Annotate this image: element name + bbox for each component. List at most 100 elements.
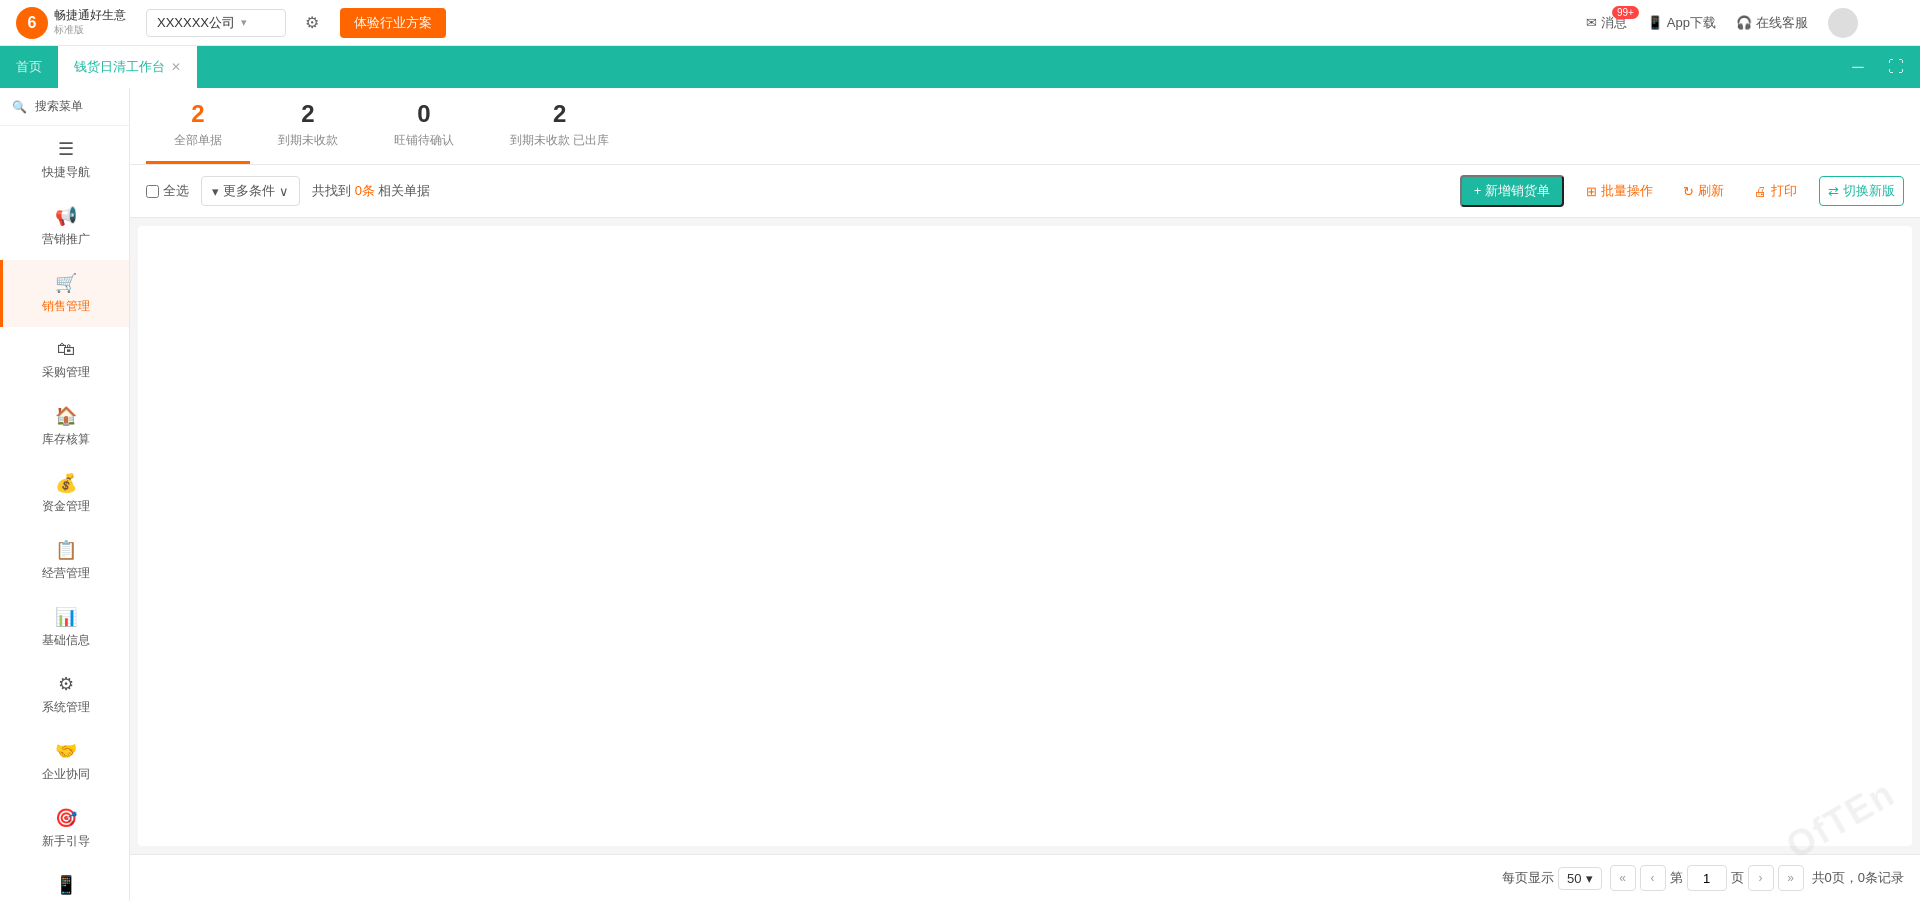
print-label: 打印 [1771, 182, 1797, 200]
table-area [138, 226, 1912, 846]
pagination: 每页显示 50 ▾ « ‹ 第 页 › » 共0页，0条记录 [130, 854, 1920, 901]
print-button[interactable]: 🖨 打印 [1746, 177, 1805, 205]
stat-tab-all[interactable]: 2 全部单据 [146, 88, 250, 164]
sidebar-item-sales[interactable]: 🛒 销售管理 [0, 260, 129, 327]
stat-shipped-number: 2 [553, 100, 566, 128]
sidebar-item-guide[interactable]: 🎯 新手引导 [0, 795, 129, 862]
batch-label: 批量操作 [1601, 182, 1653, 200]
stat-tab-overdue[interactable]: 2 到期未收款 [250, 88, 366, 164]
sidebar-item-inventory[interactable]: 🏠 库存核算 [0, 393, 129, 460]
select-all-label[interactable]: 全选 [146, 182, 189, 200]
tab-bar-actions: ─ ⛶ [1844, 53, 1920, 81]
per-page-arrow-icon: ▾ [1586, 871, 1593, 886]
sidebar-item-cooperation-label: 企业协同 [42, 766, 90, 783]
finance-icon: 💰 [55, 472, 77, 494]
more-filter-button[interactable]: ▾ 更多条件 ∨ [201, 176, 300, 206]
batch-icon: ⊞ [1586, 184, 1597, 199]
sidebar-item-basic-label: 基础信息 [42, 632, 90, 649]
online-service-label: 在线客服 [1756, 14, 1808, 32]
sidebar-item-marketing-label: 营销推广 [42, 231, 90, 248]
logo-badge: 标准版 [54, 23, 126, 37]
sidebar: 🔍 搜索菜单 ☰ 快捷导航 📢 营销推广 🛒 销售管理 🛍 采购管理 🏠 库存核… [0, 88, 130, 901]
print-icon: 🖨 [1754, 184, 1767, 199]
logo-icon: 6 [16, 7, 48, 39]
service-icon: 🎧 [1736, 15, 1752, 30]
company-selector[interactable]: XXXXXX公司 ▾ [146, 9, 286, 37]
total-label: 共0页，0条记录 [1812, 869, 1904, 887]
sales-icon: 🛒 [55, 272, 77, 294]
first-page-button[interactable]: « [1610, 865, 1636, 891]
main-layout: 🔍 搜索菜单 ☰ 快捷导航 📢 营销推广 🛒 销售管理 🛍 采购管理 🏠 库存核… [0, 88, 1920, 901]
system-icon: ⚙ [58, 673, 74, 695]
quicknav-icon: ☰ [58, 138, 74, 160]
sidebar-item-cooperation[interactable]: 🤝 企业协同 [0, 728, 129, 795]
online-service-item[interactable]: 🎧 在线客服 [1736, 14, 1808, 32]
page-nav: « ‹ 第 页 › » [1610, 865, 1804, 891]
stat-pending-label: 旺铺待确认 [394, 132, 454, 149]
switch-new-button[interactable]: ⇄ 切换新版 [1819, 176, 1904, 206]
batch-operation-button[interactable]: ⊞ 批量操作 [1578, 177, 1661, 205]
sidebar-item-quicknav-label: 快捷导航 [42, 164, 90, 181]
refresh-button[interactable]: ↻ 刷新 [1675, 177, 1732, 205]
messages-item[interactable]: ✉ 消息 99+ [1586, 14, 1627, 32]
avatar-name [1878, 14, 1904, 32]
header-right: ✉ 消息 99+ 📱 App下载 🎧 在线客服 [1586, 8, 1904, 38]
logo-text: 畅捷通好生意 [54, 8, 126, 24]
stats-tabs: 2 全部单据 2 到期未收款 0 旺铺待确认 2 到期未收款 已出库 [130, 88, 1920, 165]
sidebar-item-purchase[interactable]: 🛍 采购管理 [0, 327, 129, 393]
chevron-filter-icon: ∨ [279, 184, 289, 199]
select-all-text: 全选 [163, 182, 189, 200]
settings-icon[interactable]: ⚙ [296, 7, 328, 39]
tab-workbench-label: 钱货日清工作台 [74, 58, 165, 76]
avatar[interactable] [1828, 8, 1858, 38]
stat-all-number: 2 [191, 100, 204, 128]
inventory-icon: 🏠 [55, 405, 77, 427]
switch-icon: ⇄ [1828, 184, 1839, 199]
tab-home-label: 首页 [16, 58, 42, 76]
top-header: 6 畅捷通好生意 标准版 XXXXXX公司 ▾ ⚙ 体验行业方案 ✉ 消息 99… [0, 0, 1920, 46]
sidebar-item-management[interactable]: 📋 经营管理 [0, 527, 129, 594]
tab-workbench[interactable]: 钱货日清工作台 ✕ [58, 46, 197, 88]
stat-all-label: 全部单据 [174, 132, 222, 149]
sidebar-item-system-label: 系统管理 [42, 699, 90, 716]
tab-expand-icon[interactable]: ⛶ [1882, 53, 1910, 81]
last-page-button[interactable]: » [1778, 865, 1804, 891]
stat-tab-shipped[interactable]: 2 到期未收款 已出库 [482, 88, 637, 164]
add-sales-button[interactable]: + 新增销货单 [1460, 175, 1564, 207]
management-icon: 📋 [55, 539, 77, 561]
per-page-value[interactable]: 50 ▾ [1558, 867, 1601, 890]
cooperation-icon: 🤝 [55, 740, 77, 762]
toolbar: 全选 ▾ 更多条件 ∨ 共找到 0条 相关单据 + 新增销货单 ⊞ 批量操作 ↻ [130, 165, 1920, 218]
basic-icon: 📊 [55, 606, 77, 628]
trial-button[interactable]: 体验行业方案 [340, 8, 446, 38]
stat-tab-pending[interactable]: 0 旺铺待确认 [366, 88, 482, 164]
found-text: 共找到 0条 相关单据 [312, 182, 430, 200]
appcenter-icon: 📱 [55, 874, 77, 896]
page-input[interactable] [1687, 865, 1727, 891]
sidebar-search[interactable]: 🔍 搜索菜单 [0, 88, 129, 126]
tab-home[interactable]: 首页 [0, 46, 58, 88]
app-download-item[interactable]: 📱 App下载 [1647, 14, 1716, 32]
message-icon: ✉ [1586, 15, 1597, 30]
sidebar-search-label: 搜索菜单 [35, 98, 83, 115]
sidebar-item-finance[interactable]: 💰 资金管理 [0, 460, 129, 527]
toolbar-right: + 新增销货单 ⊞ 批量操作 ↻ 刷新 🖨 打印 ⇄ 切换新版 [1460, 175, 1904, 207]
found-count: 0条 [355, 183, 375, 198]
stat-pending-number: 0 [417, 100, 430, 128]
sidebar-item-appcenter[interactable]: 📱 应用中心 [0, 862, 129, 901]
next-page-button[interactable]: › [1748, 865, 1774, 891]
company-name: XXXXXX公司 [157, 14, 235, 32]
sidebar-item-management-label: 经营管理 [42, 565, 90, 582]
logo-area: 6 畅捷通好生意 标准版 [16, 7, 146, 39]
sidebar-item-system[interactable]: ⚙ 系统管理 [0, 661, 129, 728]
prev-page-button[interactable]: ‹ [1640, 865, 1666, 891]
sidebar-item-quicknav[interactable]: ☰ 快捷导航 [0, 126, 129, 193]
phone-icon: 📱 [1647, 15, 1663, 30]
search-icon: 🔍 [12, 100, 27, 114]
select-all-checkbox[interactable] [146, 185, 159, 198]
tab-close-icon[interactable]: ✕ [171, 60, 181, 74]
tab-minimize-icon[interactable]: ─ [1844, 53, 1872, 81]
sidebar-item-basic[interactable]: 📊 基础信息 [0, 594, 129, 661]
sidebar-item-marketing[interactable]: 📢 营销推广 [0, 193, 129, 260]
page-size-select: 每页显示 50 ▾ [1502, 867, 1601, 890]
